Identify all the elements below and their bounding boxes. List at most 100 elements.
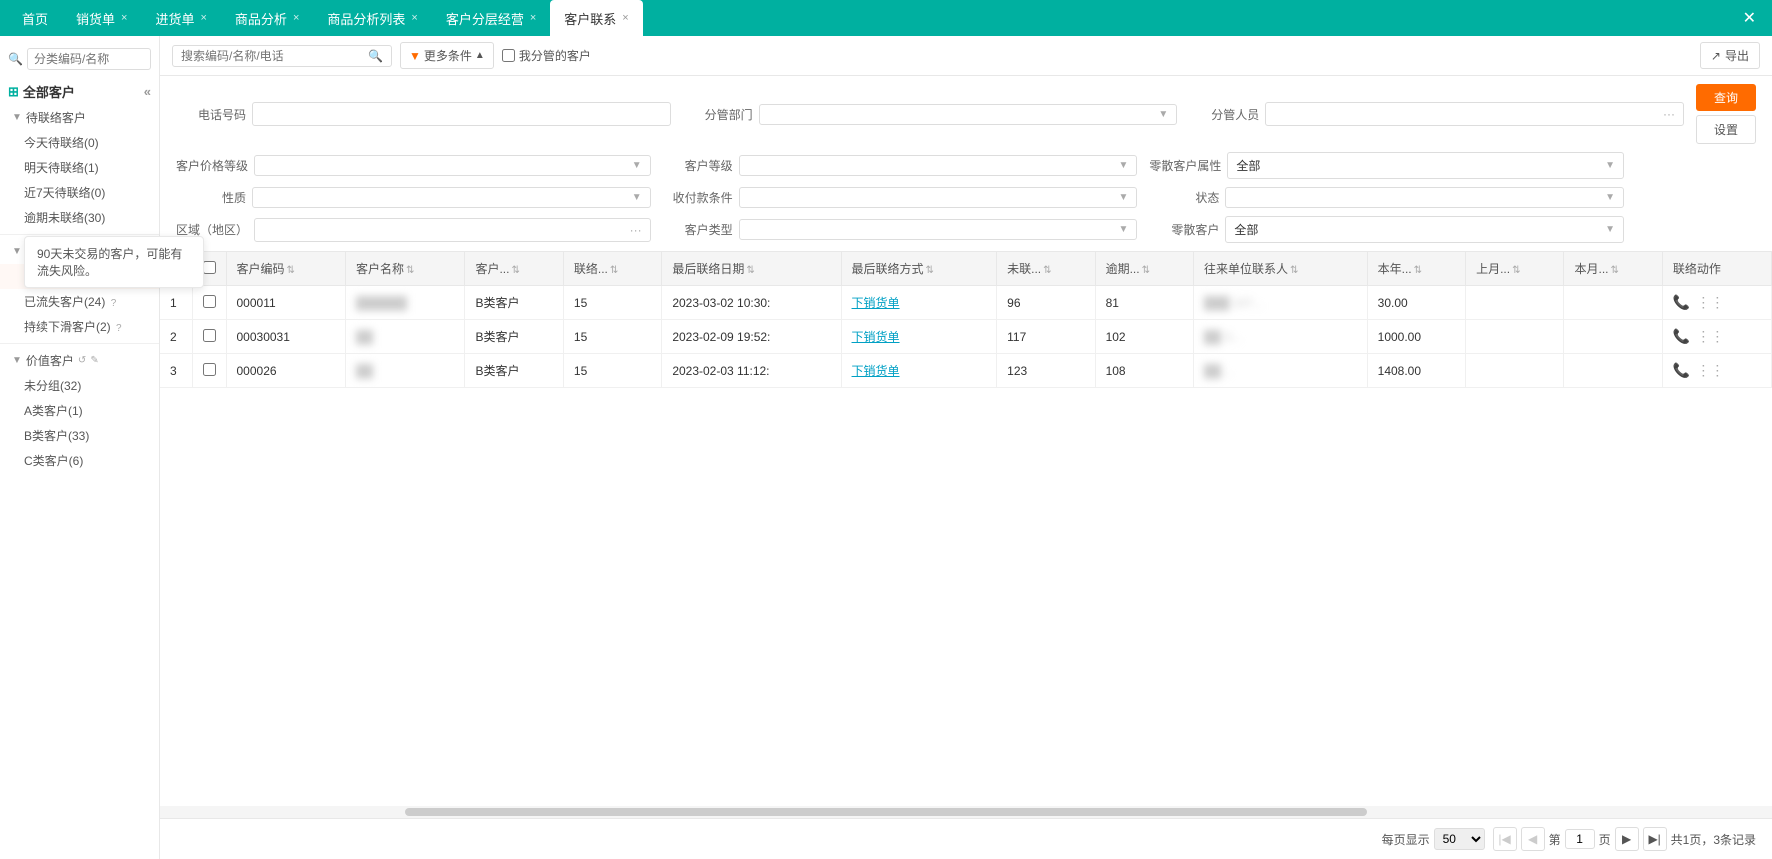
sidebar-group-pending[interactable]: ▼ 待联络客户 [0,105,159,130]
my-customers-checkbox[interactable] [502,49,515,62]
payment-select[interactable]: ▼ [739,187,1138,208]
next-page-button[interactable]: ▶ [1615,827,1639,851]
tab-close-product-analysis-list[interactable]: × [411,12,417,24]
tab-customer-contact[interactable]: 客户联系 × [550,0,642,36]
th-no-contact[interactable]: 未联...⇅ [997,252,1095,286]
row-name: ██ [345,320,464,354]
row-checkbox[interactable] [192,286,226,320]
th-last-method[interactable]: 最后联络方式⇅ [841,252,997,286]
select-all-checkbox[interactable] [203,261,216,274]
action-contact-icon[interactable]: 📞 [1673,328,1690,345]
th-last-date[interactable]: 最后联络日期⇅ [662,252,841,286]
retail-customer-select[interactable]: 全部 ▼ [1225,216,1624,243]
row-last-method[interactable]: 下销货单 [841,354,997,388]
sidebar-all-customers[interactable]: ⊞ 全部客户 « [0,78,159,105]
sidebar-search-input[interactable] [27,48,151,70]
app-close-button[interactable]: ✕ [1735,8,1764,28]
row-checkbox[interactable] [192,354,226,388]
scrollbar-thumb[interactable] [405,808,1367,816]
customer-level-select[interactable]: ▼ [739,155,1138,176]
row-overdue: 81 [1095,286,1193,320]
th-name[interactable]: 客户名称⇅ [345,252,464,286]
search-submit-icon[interactable]: 🔍 [368,49,383,63]
prev-page-button[interactable]: ◀ [1521,827,1545,851]
sidebar-item-declining[interactable]: 持续下滑客户(2) ? [0,314,159,339]
sidebar-item-today[interactable]: 今天待联络(0) [0,130,159,155]
th-last-month[interactable]: 上月...⇅ [1466,252,1564,286]
row-contact: 15 [563,354,661,388]
th-this-month[interactable]: 本月...⇅ [1564,252,1662,286]
phone-input[interactable] [252,102,671,126]
th-contact-person[interactable]: 往来单位联系人⇅ [1193,252,1367,286]
region-select[interactable]: ··· [254,218,651,242]
tab-sales-order[interactable]: 销货单 × [62,0,141,36]
sidebar-item-ungrouped[interactable]: 未分组(32) [0,373,159,398]
page-number-input[interactable] [1565,829,1595,849]
grid-icon: ⊞ [8,84,19,100]
row-this-month [1564,286,1662,320]
retail-attr-select[interactable]: 全部 ▼ [1227,152,1624,179]
tab-close-customer-contact[interactable]: × [622,12,628,24]
price-level-select[interactable]: ▼ [254,155,651,176]
tab-close-sales-order[interactable]: × [121,12,127,24]
tab-customer-segmentation[interactable]: 客户分层经营 × [432,0,550,36]
action-more-icon[interactable]: ⋮⋮ [1696,294,1724,311]
row-last-method[interactable]: 下销货单 [841,320,997,354]
filter-retail-customer: 零散客户 全部 ▼ [1149,216,1624,243]
sidebar-group-value[interactable]: ▼ 价值客户 ↺ ✎ [0,348,159,373]
manager-more-icon[interactable]: ··· [1663,107,1675,121]
row-last-date: 2023-02-09 19:52: [662,320,841,354]
main-search-input[interactable] [181,49,368,63]
first-page-button[interactable]: |◀ [1493,827,1517,851]
export-button[interactable]: ↗ 导出 [1700,42,1760,69]
th-type[interactable]: 客户...⇅ [465,252,563,286]
th-overdue[interactable]: 逾期...⇅ [1095,252,1193,286]
tab-purchase-order[interactable]: 进货单 × [141,0,220,36]
sidebar-item-churned[interactable]: 已流失客户(24) ? [0,289,159,314]
row-contact: 15 [563,286,661,320]
tab-close-purchase-order[interactable]: × [200,12,206,24]
th-contact[interactable]: 联络...⇅ [563,252,661,286]
chevron-up-icon: ▲ [475,50,485,61]
refresh-icon[interactable]: ↺ [78,355,86,366]
more-conditions-button[interactable]: ▼ 更多条件 ▲ [400,42,494,69]
th-this-year[interactable]: 本年...⇅ [1367,252,1465,286]
sidebar-item-class-c[interactable]: C类客户(6) [0,448,159,473]
sidebar-item-overdue[interactable]: 逾期未联络(30) [0,205,159,230]
tab-product-analysis-list[interactable]: 商品分析列表 × [313,0,431,36]
page-size-select[interactable]: 50 100 200 [1434,828,1485,850]
my-customers-checkbox-label[interactable]: 我分管的客户 [502,47,591,64]
dept-select[interactable]: ▼ [759,104,1178,125]
sidebar-item-tomorrow[interactable]: 明天待联络(1) [0,155,159,180]
page-size-select-wrap: 每页显示 50 100 200 [1382,828,1485,850]
tab-close-customer-segmentation[interactable]: × [530,12,536,24]
action-contact-icon[interactable]: 📞 [1673,294,1690,311]
horizontal-scrollbar[interactable] [160,806,1772,818]
status-select[interactable]: ▼ [1225,187,1624,208]
row-action: 📞 ⋮⋮ [1662,286,1771,320]
row-this-year: 30.00 [1367,286,1465,320]
tab-product-analysis[interactable]: 商品分析 × [221,0,313,36]
sidebar-item-class-b[interactable]: B类客户(33) [0,423,159,448]
region-more-icon[interactable]: ··· [630,223,642,237]
row-no-contact: 96 [997,286,1095,320]
action-more-icon[interactable]: ⋮⋮ [1696,328,1724,345]
help-icon-2: ? [116,323,122,334]
edit-icon[interactable]: ✎ [90,355,98,366]
sidebar-item-7days[interactable]: 近7天待联络(0) [0,180,159,205]
nature-select[interactable]: ▼ [252,187,651,208]
sidebar-item-class-a[interactable]: A类客户(1) [0,398,159,423]
settings-button[interactable]: 设置 [1696,115,1756,144]
tab-close-product-analysis[interactable]: × [293,12,299,24]
manager-select[interactable]: ··· [1265,102,1684,126]
th-code[interactable]: 客户编码⇅ [226,252,345,286]
query-button[interactable]: 查询 [1696,84,1756,111]
tab-home[interactable]: 首页 [8,0,62,36]
action-more-icon[interactable]: ⋮⋮ [1696,362,1724,379]
row-checkbox[interactable] [192,320,226,354]
action-contact-icon[interactable]: 📞 [1673,362,1690,379]
customer-type-select[interactable]: ▼ [739,219,1138,240]
row-last-method[interactable]: 下销货单 [841,286,997,320]
sort-icon-contact: ⇅ [610,265,618,276]
last-page-button[interactable]: ▶| [1643,827,1667,851]
